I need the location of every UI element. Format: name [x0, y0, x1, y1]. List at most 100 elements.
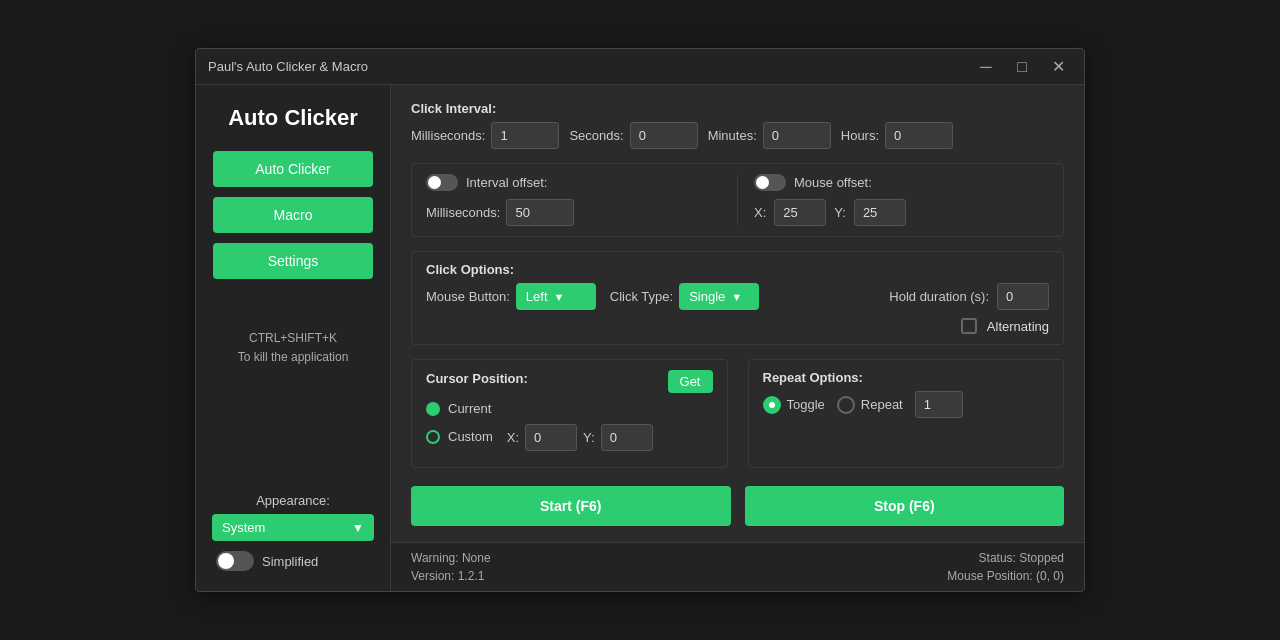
mouse-position-text: Mouse Position: (0, 0) — [947, 569, 1064, 583]
appearance-arrow-icon: ▼ — [352, 521, 364, 535]
mouse-button-label: Mouse Button: — [426, 289, 510, 304]
click-type-value: Single — [689, 289, 725, 304]
toggle-radio-item: Toggle — [763, 396, 825, 414]
interval-offset-header: Interval offset: — [426, 174, 721, 191]
repeat-options-label: Repeat Options: — [763, 370, 1050, 385]
hold-duration-field: Hold duration (s): — [889, 283, 1049, 310]
minutes-label: Minutes: — [708, 128, 757, 143]
repeat-radio-item: Repeat — [837, 396, 903, 414]
simplified-toggle[interactable] — [216, 551, 254, 571]
click-type-arrow-icon: ▼ — [731, 291, 742, 303]
start-button[interactable]: Start (F6) — [411, 486, 731, 526]
seconds-label: Seconds: — [569, 128, 623, 143]
app-window: Paul's Auto Clicker & Macro ─ □ ✕ Auto C… — [195, 48, 1085, 592]
hours-field: Hours: — [841, 122, 953, 149]
mouse-offset-header: Mouse offset: — [754, 174, 1049, 191]
status-text: Status: Stopped — [947, 551, 1064, 565]
click-options-section: Click Options: Mouse Button: Left ▼ — [411, 251, 1064, 345]
click-type-field: Click Type: Single ▼ — [610, 283, 759, 310]
mouse-x-input[interactable] — [774, 199, 826, 226]
maximize-button[interactable]: □ — [1008, 53, 1036, 81]
milliseconds-input[interactable] — [491, 122, 559, 149]
repeat-options-row: Toggle Repeat — [763, 391, 1050, 418]
custom-xy-row: X: Y: — [507, 424, 653, 451]
status-bar: Warning: None Version: 1.2.1 Status: Sto… — [391, 542, 1084, 591]
custom-x-input[interactable] — [525, 424, 577, 451]
click-options-main-row: Mouse Button: Left ▼ Click Type: Single — [426, 283, 1049, 310]
mouse-y-label: Y: — [834, 205, 846, 220]
interval-ms-label: Milliseconds: — [426, 205, 500, 220]
click-type-label: Click Type: — [610, 289, 673, 304]
shortcut-info: CTRL+SHIFT+K To kill the application — [238, 329, 349, 367]
click-interval-label: Click Interval: — [411, 101, 1064, 116]
hours-input[interactable] — [885, 122, 953, 149]
mouse-offset-label: Mouse offset: — [794, 175, 872, 190]
appearance-select[interactable]: System ▼ — [212, 514, 374, 541]
simplified-label: Simplified — [262, 554, 318, 569]
current-radio[interactable] — [426, 402, 440, 416]
offset-section: Interval offset: Milliseconds: Mouse off… — [411, 163, 1064, 237]
get-button[interactable]: Get — [668, 370, 713, 393]
appearance-label: Appearance: — [212, 493, 374, 508]
appearance-section: Appearance: System ▼ Simplified — [212, 477, 374, 571]
simplified-row: Simplified — [212, 551, 374, 571]
cursor-repeat-section: Cursor Position: Get Current Custom X: — [411, 359, 1064, 468]
milliseconds-field: Milliseconds: — [411, 122, 559, 149]
custom-radio-row: Custom X: Y: — [426, 422, 713, 451]
click-type-select[interactable]: Single ▼ — [679, 283, 759, 310]
window-controls: ─ □ ✕ — [972, 53, 1072, 81]
seconds-input[interactable] — [630, 122, 698, 149]
status-right: Status: Stopped Mouse Position: (0, 0) — [947, 551, 1064, 583]
toggle-radio[interactable] — [763, 396, 781, 414]
sidebar: Auto Clicker Auto Clicker Macro Settings… — [196, 85, 391, 591]
alternating-row: Alternating — [426, 318, 1049, 334]
stop-button[interactable]: Stop (F6) — [745, 486, 1065, 526]
interval-offset-ms-row: Milliseconds: — [426, 199, 721, 226]
repeat-radio[interactable] — [837, 396, 855, 414]
main-content: Click Interval: Milliseconds: Seconds: M… — [391, 85, 1084, 542]
mouse-button-arrow-icon: ▼ — [554, 291, 565, 303]
mouse-offset-col: Mouse offset: X: Y: — [754, 174, 1049, 226]
version-text: Version: 1.2.1 — [411, 569, 491, 583]
interval-offset-col: Interval offset: Milliseconds: — [426, 174, 738, 226]
minutes-input[interactable] — [763, 122, 831, 149]
mouse-y-input[interactable] — [854, 199, 906, 226]
custom-radio[interactable] — [426, 430, 440, 444]
hold-duration-label: Hold duration (s): — [889, 289, 989, 304]
interval-offset-toggle[interactable] — [426, 174, 458, 191]
toggle-radio-label: Toggle — [787, 397, 825, 412]
custom-y-label: Y: — [583, 430, 595, 445]
alternating-checkbox[interactable] — [961, 318, 977, 334]
interval-ms-input[interactable] — [506, 199, 574, 226]
auto-clicker-button[interactable]: Auto Clicker — [213, 151, 373, 187]
mouse-offset-xy-row: X: Y: — [754, 199, 1049, 226]
click-interval-section: Click Interval: Milliseconds: Seconds: M… — [411, 101, 1064, 149]
hold-duration-input[interactable] — [997, 283, 1049, 310]
settings-button[interactable]: Settings — [213, 243, 373, 279]
custom-y-input[interactable] — [601, 424, 653, 451]
click-options-label: Click Options: — [426, 262, 1049, 277]
click-options-full: Mouse Button: Left ▼ Click Type: Single — [426, 283, 1049, 334]
alternating-label: Alternating — [987, 319, 1049, 334]
app-body: Auto Clicker Auto Clicker Macro Settings… — [196, 85, 1084, 591]
mouse-button-select[interactable]: Left ▼ — [516, 283, 596, 310]
titlebar: Paul's Auto Clicker & Macro ─ □ ✕ — [196, 49, 1084, 85]
status-left: Warning: None Version: 1.2.1 — [411, 551, 491, 583]
hours-label: Hours: — [841, 128, 879, 143]
mouse-x-label: X: — [754, 205, 766, 220]
close-button[interactable]: ✕ — [1044, 53, 1072, 81]
shortcut-keys: CTRL+SHIFT+K — [238, 329, 349, 348]
interval-offset-label: Interval offset: — [466, 175, 547, 190]
minimize-button[interactable]: ─ — [972, 53, 1000, 81]
cursor-position-col: Cursor Position: Get Current Custom X: — [411, 359, 728, 468]
window-title: Paul's Auto Clicker & Macro — [208, 59, 368, 74]
mouse-button-value: Left — [526, 289, 548, 304]
custom-label: Custom — [448, 429, 493, 444]
mouse-offset-toggle[interactable] — [754, 174, 786, 191]
macro-button[interactable]: Macro — [213, 197, 373, 233]
interval-row: Milliseconds: Seconds: Minutes: Hou — [411, 122, 1064, 149]
mouse-button-field: Mouse Button: Left ▼ — [426, 283, 596, 310]
seconds-field: Seconds: — [569, 122, 697, 149]
repeat-count-input[interactable] — [915, 391, 963, 418]
shortcut-desc: To kill the application — [238, 348, 349, 367]
